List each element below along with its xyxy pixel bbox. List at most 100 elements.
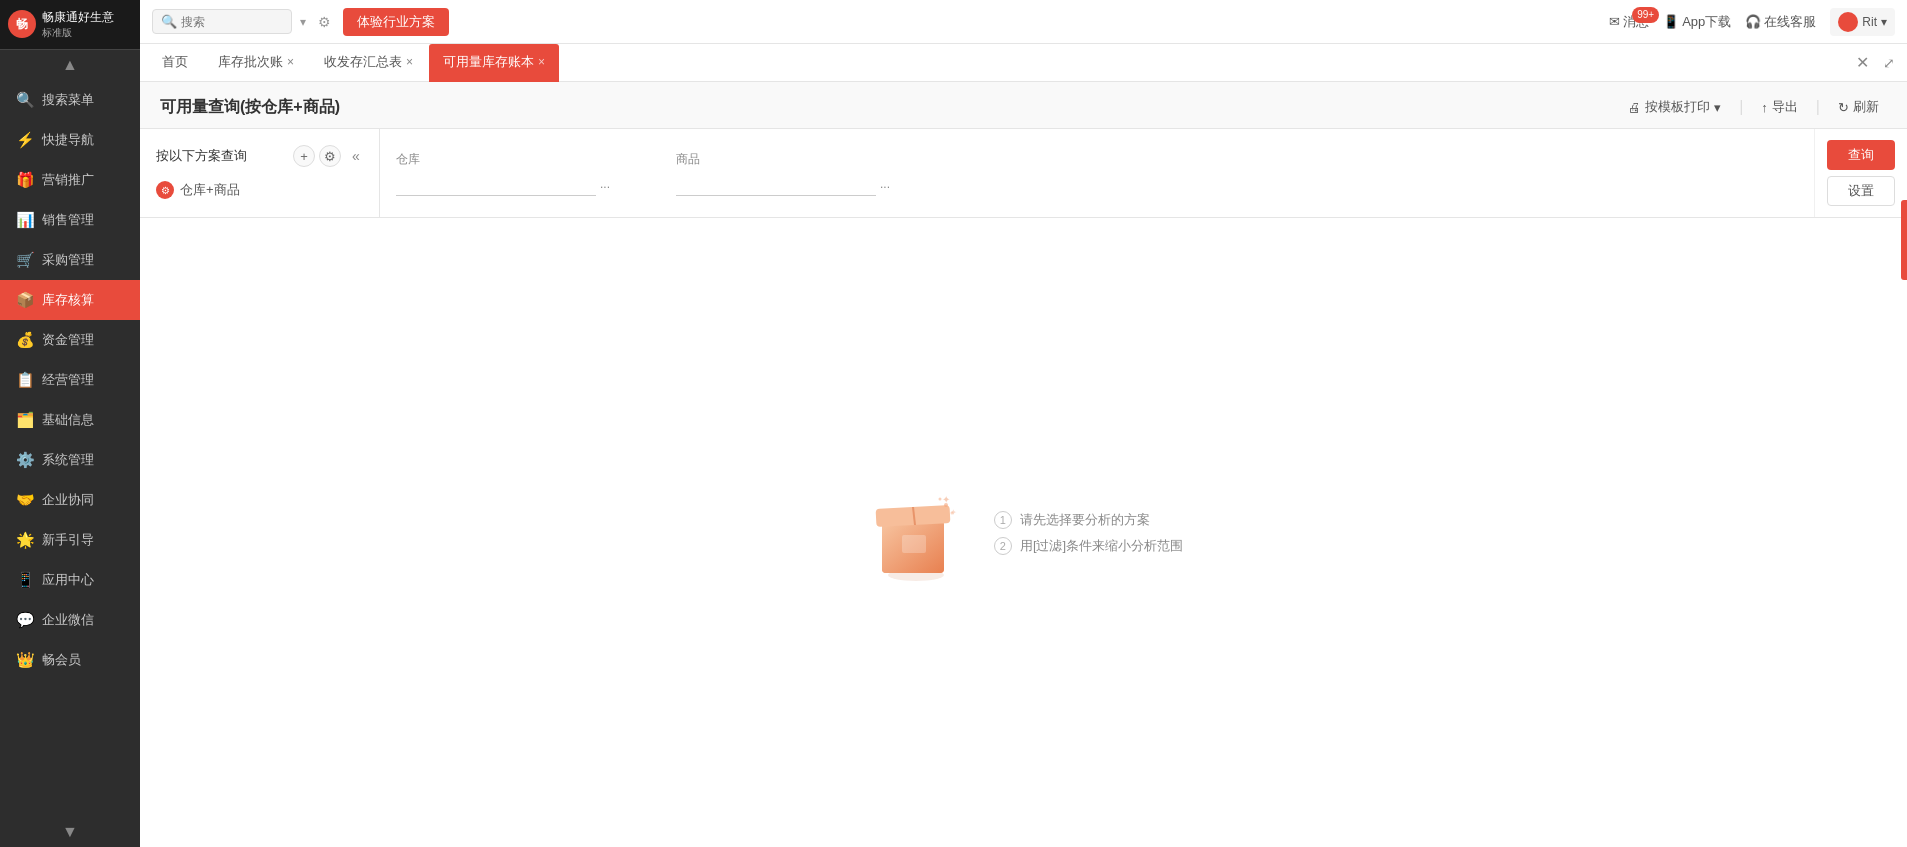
sidebar-nav: 🔍 搜索菜单 ⚡ 快捷导航 🎁 营销推广 📊 销售管理 🛒 采购管理 📦 库存核…: [0, 80, 140, 817]
sidebar-item-search[interactable]: 🔍 搜索菜单: [0, 80, 140, 120]
divider2: |: [1816, 98, 1820, 116]
sidebar-item-marketing[interactable]: 🎁 营销推广: [0, 160, 140, 200]
sidebar-scroll-up[interactable]: ▲: [0, 50, 140, 80]
phone-icon: 📱: [1663, 14, 1679, 29]
purchase-icon: 🛒: [16, 251, 34, 269]
sidebar-item-shortcut[interactable]: ⚡ 快捷导航: [0, 120, 140, 160]
settings-button[interactable]: 设置: [1827, 176, 1895, 206]
sidebar-item-purchase[interactable]: 🛒 采购管理: [0, 240, 140, 280]
tab-close-all-btn[interactable]: ✕: [1852, 49, 1873, 76]
tab-summary-close[interactable]: ×: [406, 55, 413, 69]
sidebar-item-sales[interactable]: 📊 销售管理: [0, 200, 140, 240]
query-panel: 按以下方案查询 + ⚙ « ⚙ 仓库+商品 仓库 ...: [140, 129, 1907, 218]
sidebar: 畅 畅康通好生意 标准版 ▲ 🔍 搜索菜单 ⚡ 快捷导航 🎁 营销推广 📊 销售…: [0, 0, 140, 847]
customer-service-btn[interactable]: 🎧 在线客服: [1745, 13, 1816, 31]
scheme-item-warehouse-goods[interactable]: ⚙ 仓库+商品: [140, 173, 379, 207]
shortcut-icon: ⚡: [16, 131, 34, 149]
sidebar-item-system[interactable]: ⚙️ 系统管理: [0, 440, 140, 480]
tab-summary[interactable]: 收发存汇总表 ×: [310, 44, 427, 82]
search-input[interactable]: [181, 15, 261, 29]
goods-more-btn[interactable]: ...: [880, 177, 890, 191]
industry-btn[interactable]: 体验行业方案: [343, 8, 449, 36]
topbar-right: ✉ 消息 99+ 📱 App下载 🎧 在线客服 Rit ▾: [1609, 8, 1895, 36]
sidebar-item-wechat[interactable]: 💬 企业微信: [0, 600, 140, 640]
scheme-actions: + ⚙ «: [293, 145, 367, 167]
sales-icon: 📊: [16, 211, 34, 229]
apps-icon: 📱: [16, 571, 34, 589]
guide-icon: 🌟: [16, 531, 34, 549]
sidebar-item-inventory[interactable]: 📦 库存核算: [0, 280, 140, 320]
search-chevron-icon[interactable]: ▾: [300, 15, 306, 29]
finance-icon: 💰: [16, 331, 34, 349]
scheme-collapse-btn[interactable]: «: [345, 145, 367, 167]
export-btn[interactable]: ↑ 导出: [1753, 94, 1806, 120]
brand-logo: 畅: [8, 10, 36, 38]
user-menu-btn[interactable]: Rit ▾: [1830, 8, 1895, 36]
sidebar-item-finance[interactable]: 💰 资金管理: [0, 320, 140, 360]
goods-filter: 商品 ...: [676, 151, 936, 196]
warehouse-input-row: ...: [396, 172, 656, 196]
sidebar-item-enterprise[interactable]: 🤝 企业协同: [0, 480, 140, 520]
tab-available-close[interactable]: ×: [538, 55, 545, 69]
warehouse-input[interactable]: [396, 172, 596, 196]
sidebar-item-operations[interactable]: 📋 经营管理: [0, 360, 140, 400]
scheme-header: 按以下方案查询 + ⚙ «: [140, 139, 379, 173]
basic-icon: 🗂️: [16, 411, 34, 429]
svg-rect-5: [902, 535, 926, 553]
search-icon: 🔍: [16, 91, 34, 109]
scroll-hint: [1901, 200, 1907, 280]
svg-text:✦: ✦: [950, 508, 957, 517]
empty-tips: 1 请先选择要分析的方案 2 用[过滤]条件来缩小分析范围: [994, 511, 1183, 555]
query-button[interactable]: 查询: [1827, 140, 1895, 170]
tab-expand-btn[interactable]: ⤢: [1879, 51, 1899, 75]
operations-icon: 📋: [16, 371, 34, 389]
scheme-add-btn[interactable]: +: [293, 145, 315, 167]
export-icon: ↑: [1761, 100, 1768, 115]
tip1-text: 请先选择要分析的方案: [1020, 511, 1150, 529]
right-buttons: 查询 设置: [1814, 129, 1907, 217]
page-actions: 🖨 按模板打印 ▾ | ↑ 导出 | ↻ 刷新: [1620, 94, 1887, 120]
refresh-btn[interactable]: ↻ 刷新: [1830, 94, 1887, 120]
sidebar-item-guide[interactable]: 🌟 新手引导: [0, 520, 140, 560]
scheme-panel: 按以下方案查询 + ⚙ « ⚙ 仓库+商品: [140, 129, 380, 217]
tab-home[interactable]: 首页: [148, 44, 202, 82]
topbar-gear-icon[interactable]: ⚙: [314, 10, 335, 34]
warehouse-filter: 仓库 ...: [396, 151, 656, 196]
tab-batch-close[interactable]: ×: [287, 55, 294, 69]
enterprise-icon: 🤝: [16, 491, 34, 509]
warehouse-more-btn[interactable]: ...: [600, 177, 610, 191]
empty-illustration: ✦ ✦: [864, 483, 964, 583]
tip1-num: 1: [994, 511, 1012, 529]
print-chevron-icon: ▾: [1714, 100, 1721, 115]
headset-icon: 🎧: [1745, 14, 1761, 29]
topbar-search-box[interactable]: 🔍: [152, 9, 292, 34]
goods-input[interactable]: [676, 172, 876, 196]
tabs-bar: 首页 库存批次账 × 收发存汇总表 × 可用量库存账本 × ✕ ⤢: [140, 44, 1907, 82]
sidebar-scroll-down[interactable]: ▼: [0, 817, 140, 847]
empty-tip-2: 2 用[过滤]条件来缩小分析范围: [994, 537, 1183, 555]
tab-available[interactable]: 可用量库存账本 ×: [429, 44, 559, 82]
user-avatar: [1838, 12, 1858, 32]
warehouse-label: 仓库: [396, 151, 656, 168]
tab-batch[interactable]: 库存批次账 ×: [204, 44, 308, 82]
divider: |: [1739, 98, 1743, 116]
page-header: 可用量查询(按仓库+商品) 🖨 按模板打印 ▾ | ↑ 导出 | ↻ 刷新: [140, 82, 1907, 129]
scheme-settings-btn[interactable]: ⚙: [319, 145, 341, 167]
scheme-item-icon: ⚙: [156, 181, 174, 199]
refresh-icon: ↻: [1838, 100, 1849, 115]
message-icon: ✉: [1609, 14, 1620, 29]
inventory-icon: 📦: [16, 291, 34, 309]
sidebar-item-basic[interactable]: 🗂️ 基础信息: [0, 400, 140, 440]
sidebar-item-members[interactable]: 👑 畅会员: [0, 640, 140, 680]
app-download-btn[interactable]: 📱 App下载: [1663, 13, 1731, 31]
user-chevron-icon: ▾: [1881, 15, 1887, 29]
sidebar-item-apps[interactable]: 📱 应用中心: [0, 560, 140, 600]
print-btn[interactable]: 🖨 按模板打印 ▾: [1620, 94, 1729, 120]
empty-state: ✦ ✦ 1 请先选择要分析的方案 2 用[过: [864, 483, 1183, 583]
empty-tip-1: 1 请先选择要分析的方案: [994, 511, 1183, 529]
tabs-controls: ✕ ⤢: [1852, 49, 1899, 76]
system-icon: ⚙️: [16, 451, 34, 469]
goods-input-row: ...: [676, 172, 936, 196]
marketing-icon: 🎁: [16, 171, 34, 189]
message-btn[interactable]: ✉ 消息 99+: [1609, 13, 1649, 31]
